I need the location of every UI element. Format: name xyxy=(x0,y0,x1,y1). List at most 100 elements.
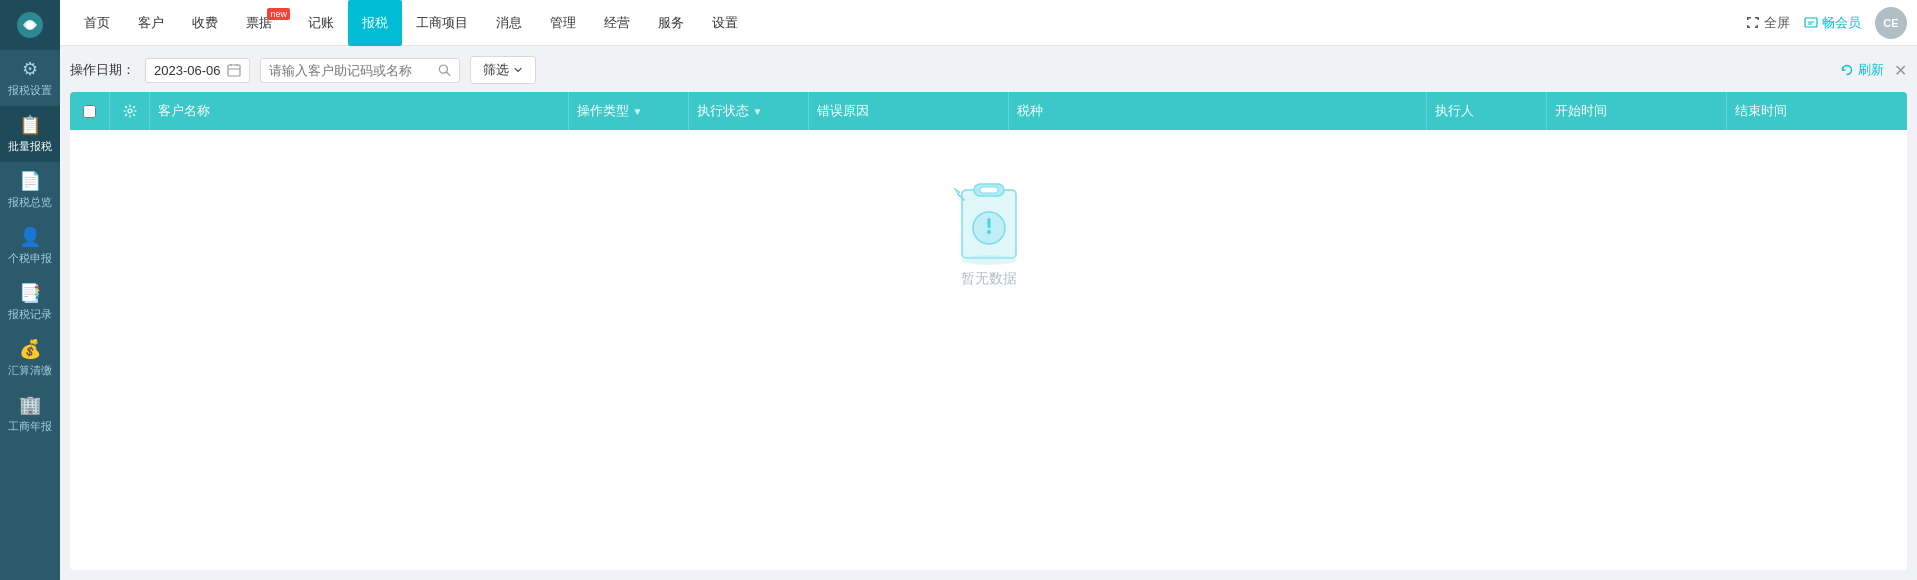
table-body: 暂无数据 xyxy=(70,130,1907,570)
th-tax-type: 税种 xyxy=(1009,92,1428,130)
sidebar-item-label: 汇算清缴 xyxy=(8,363,52,378)
settlement-icon: 💰 xyxy=(19,338,41,360)
tax-settings-icon: ⚙ xyxy=(22,58,38,80)
avatar-text: CE xyxy=(1883,17,1898,29)
logo xyxy=(0,0,60,50)
nav-management[interactable]: 管理 xyxy=(536,0,590,46)
th-client-name-label: 客户名称 xyxy=(158,102,210,120)
th-executor-label: 执行人 xyxy=(1435,102,1474,120)
date-picker[interactable]: 2023-06-06 xyxy=(145,58,250,83)
sidebar-item-label: 报税记录 xyxy=(8,307,52,322)
svg-point-1 xyxy=(26,21,34,29)
th-error-reason: 错误原因 xyxy=(809,92,1009,130)
th-op-type-label: 操作类型 xyxy=(577,102,629,120)
sidebar: ⚙ 报税设置 📋 批量报税 📄 报税总览 👤 个税申报 📑 报税记录 💰 汇算清… xyxy=(0,0,60,580)
th-client-name: 客户名称 xyxy=(150,92,569,130)
th-checkbox[interactable] xyxy=(70,92,110,130)
th-op-type: 操作类型 ▼ xyxy=(569,92,689,130)
sidebar-item-personal-tax[interactable]: 👤 个税申报 xyxy=(0,218,60,274)
sidebar-item-annual-report[interactable]: 🏢 工商年报 xyxy=(0,386,60,442)
nav-customer[interactable]: 客户 xyxy=(124,0,178,46)
th-tax-type-label: 税种 xyxy=(1017,102,1043,120)
nav-accounts[interactable]: 记账 xyxy=(294,0,348,46)
chevron-down-icon xyxy=(513,65,523,75)
nav-tax-label: 报税 xyxy=(362,14,388,32)
nav-settings-label: 设置 xyxy=(712,14,738,32)
main-area: 首页 客户 收费 票据 new 记账 报税 工商项目 消息 xyxy=(60,0,1917,580)
content-area: 操作日期： 2023-06-06 筛选 xyxy=(60,46,1917,580)
refresh-icon xyxy=(1840,63,1854,77)
nav-settings[interactable]: 设置 xyxy=(698,0,752,46)
topnav: 首页 客户 收费 票据 new 记账 报税 工商项目 消息 xyxy=(60,0,1917,46)
sidebar-item-label: 工商年报 xyxy=(8,419,52,434)
sidebar-item-label: 批量报税 xyxy=(8,139,52,154)
nav-finance[interactable]: 经营 xyxy=(590,0,644,46)
filter-label: 筛选 xyxy=(483,61,509,79)
svg-rect-3 xyxy=(228,65,240,76)
nav-service-label: 服务 xyxy=(658,14,684,32)
svg-point-5 xyxy=(128,109,132,113)
close-button[interactable]: ✕ xyxy=(1894,61,1907,80)
th-executor: 执行人 xyxy=(1427,92,1547,130)
nav-tax[interactable]: 报税 xyxy=(348,0,402,46)
op-type-filter-icon: ▼ xyxy=(633,106,643,117)
nav-service[interactable]: 服务 xyxy=(644,0,698,46)
toolbar-right: 刷新 ✕ xyxy=(1840,61,1907,80)
sidebar-item-batch-tax[interactable]: 📋 批量报税 xyxy=(0,106,60,162)
svg-marker-13 xyxy=(954,188,960,194)
sidebar-item-label: 报税设置 xyxy=(8,83,52,98)
nav-billing-label: 收费 xyxy=(192,14,218,32)
th-error-reason-label: 错误原因 xyxy=(817,102,869,120)
nav-message[interactable]: 消息 xyxy=(482,0,536,46)
exec-status-filter-icon: ▼ xyxy=(753,106,763,117)
nav-billing[interactable]: 收费 xyxy=(178,0,232,46)
sidebar-item-tax-record[interactable]: 📑 报税记录 xyxy=(0,274,60,330)
th-end-time-label: 结束时间 xyxy=(1735,102,1787,120)
sidebar-item-label: 个税申报 xyxy=(8,251,52,266)
th-end-time: 结束时间 xyxy=(1727,92,1907,130)
sidebar-item-settlement[interactable]: 💰 汇算清缴 xyxy=(0,330,60,386)
table-header: 客户名称 操作类型 ▼ 执行状态 ▼ 错误原因 税种 执行人 xyxy=(70,92,1907,130)
sidebar-item-tax-settings[interactable]: ⚙ 报税设置 xyxy=(0,50,60,106)
member-label: 畅会员 xyxy=(1822,14,1861,32)
sidebar-item-tax-overview[interactable]: 📄 报税总览 xyxy=(0,162,60,218)
nav-items: 首页 客户 收费 票据 new 记账 报税 工商项目 消息 xyxy=(70,0,1746,46)
tax-record-icon: 📑 xyxy=(19,282,41,304)
date-label: 操作日期： xyxy=(70,61,135,79)
tax-overview-icon: 📄 xyxy=(19,170,41,192)
th-start-time: 开始时间 xyxy=(1547,92,1727,130)
avatar[interactable]: CE xyxy=(1875,7,1907,39)
empty-text: 暂无数据 xyxy=(961,270,1017,288)
nav-message-label: 消息 xyxy=(496,14,522,32)
table: 客户名称 操作类型 ▼ 执行状态 ▼ 错误原因 税种 执行人 xyxy=(70,92,1907,570)
empty-state: 暂无数据 xyxy=(70,130,1907,328)
member-button[interactable]: 畅会员 xyxy=(1804,14,1861,32)
nav-home-label: 首页 xyxy=(84,14,110,32)
select-all-checkbox[interactable] xyxy=(83,105,96,118)
svg-rect-10 xyxy=(987,218,990,228)
personal-tax-icon: 👤 xyxy=(19,226,41,248)
filter-button[interactable]: 筛选 xyxy=(470,56,536,84)
toolbar: 操作日期： 2023-06-06 筛选 xyxy=(70,56,1907,84)
nav-business-label: 工商项目 xyxy=(416,14,468,32)
refresh-button[interactable]: 刷新 xyxy=(1840,61,1884,79)
fullscreen-label: 全屏 xyxy=(1764,14,1790,32)
th-settings[interactable] xyxy=(110,92,150,130)
nav-management-label: 管理 xyxy=(550,14,576,32)
search-input[interactable] xyxy=(269,63,434,78)
th-exec-status: 执行状态 ▼ xyxy=(689,92,809,130)
nav-home[interactable]: 首页 xyxy=(70,0,124,46)
annual-report-icon: 🏢 xyxy=(19,394,41,416)
svg-point-11 xyxy=(987,230,991,234)
nav-business[interactable]: 工商项目 xyxy=(402,0,482,46)
nav-invoice[interactable]: 票据 new xyxy=(232,0,294,46)
search-icon xyxy=(438,63,451,77)
nav-accounts-label: 记账 xyxy=(308,14,334,32)
search-box[interactable] xyxy=(260,58,460,83)
batch-tax-icon: 📋 xyxy=(19,114,41,136)
svg-rect-8 xyxy=(980,187,998,193)
fullscreen-button[interactable]: 全屏 xyxy=(1746,14,1790,32)
sidebar-item-label: 报税总览 xyxy=(8,195,52,210)
calendar-icon xyxy=(227,63,241,77)
date-value: 2023-06-06 xyxy=(154,63,221,78)
